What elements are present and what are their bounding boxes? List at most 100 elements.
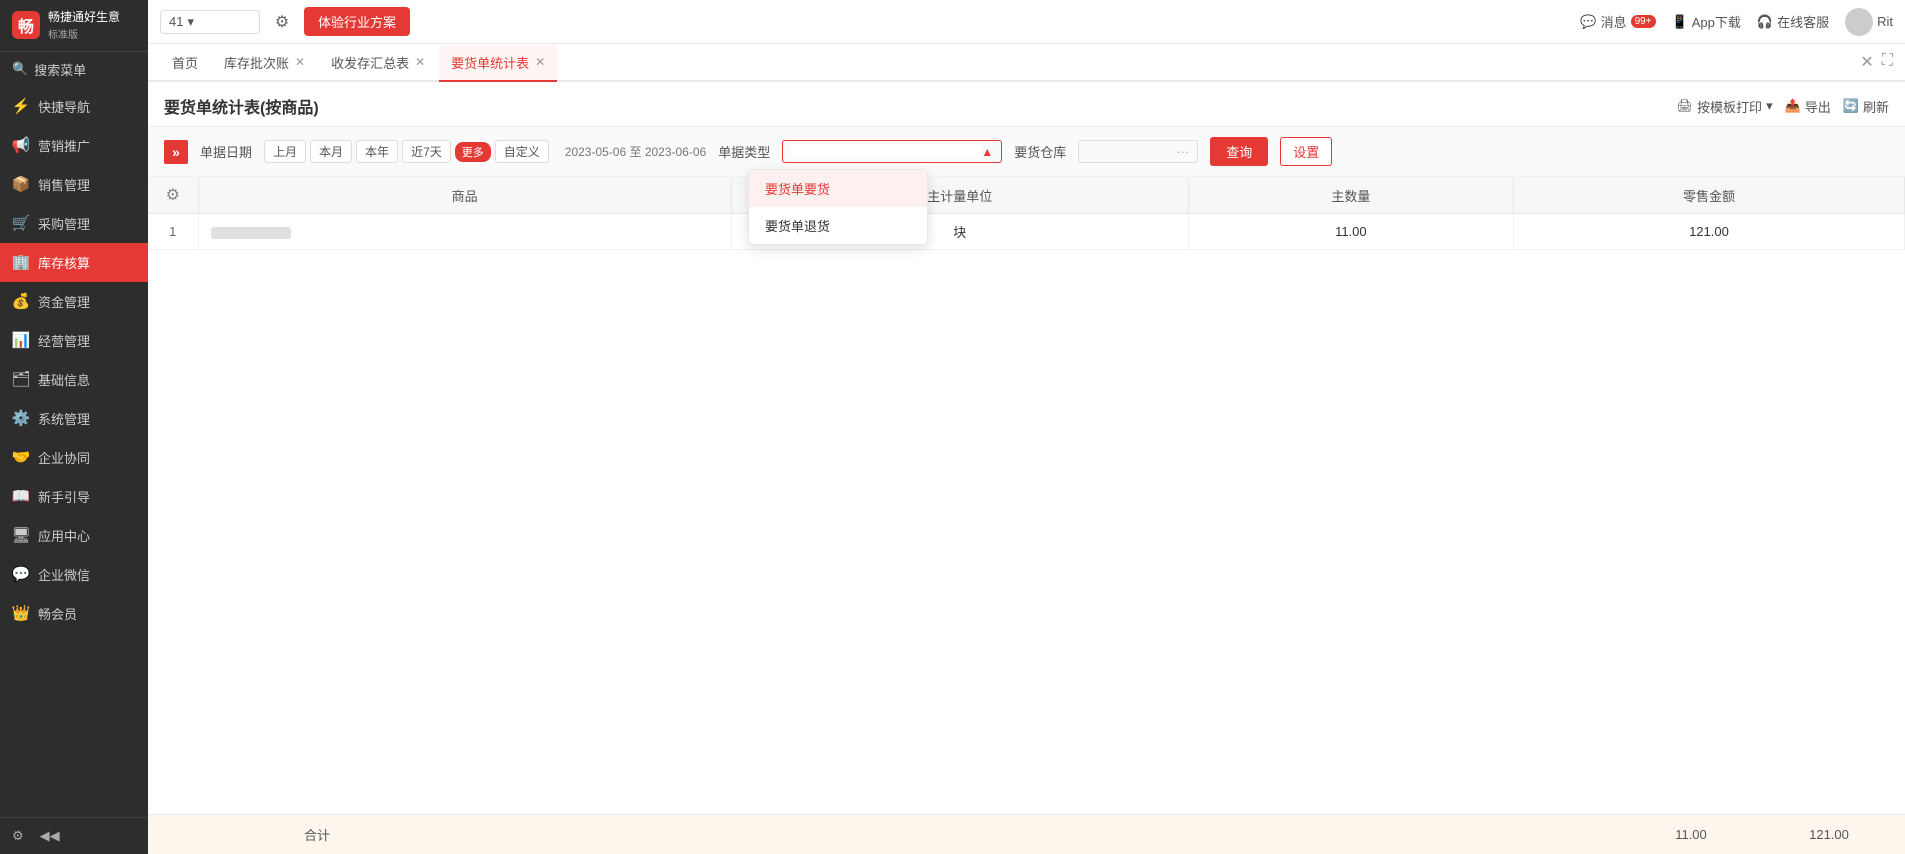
collapse-btn[interactable]: ◀◀	[40, 828, 60, 844]
settings-btn[interactable]: 设置	[1280, 137, 1332, 166]
refresh-label: 刷新	[1863, 97, 1889, 116]
tab-order-summary[interactable]: 要货单统计表 ✕	[439, 45, 557, 82]
sidebar-item-sales[interactable]: 📦 销售管理	[0, 165, 148, 204]
nav-icon-inventory: 🏢	[12, 253, 30, 271]
sidebar-item-wechat[interactable]: 💬企业微信	[0, 555, 148, 594]
nav-label-sales: 销售管理	[38, 175, 90, 194]
sidebar-item-finance[interactable]: 💰资金管理	[0, 282, 148, 321]
date-range-text: 2023-05-06 至 2023-06-06	[565, 143, 706, 160]
nav-icon-sales: 📦	[12, 175, 30, 193]
tabs-bar: 首页库存批次账 ✕ 收发存汇总表 ✕ 要货单统计表 ✕ ✕ ⛶	[148, 44, 1905, 82]
type-chevron-icon[interactable]: ▲	[981, 145, 993, 159]
tab-close-receivable-summary[interactable]: ✕	[415, 55, 425, 69]
nav-icon-guide: 📖	[12, 487, 30, 505]
export-btn[interactable]: 📤 导出	[1785, 97, 1831, 116]
warehouse-more-icon: ···	[1176, 144, 1189, 159]
search-icon: 🔍	[12, 61, 28, 77]
sidebar-item-basic-info[interactable]: 🗂基础信息	[0, 360, 148, 399]
custom-date-btn[interactable]: 自定义	[495, 140, 549, 163]
logo-title: 畅捷通好生意	[48, 10, 120, 26]
sidebar-item-member[interactable]: 👑畅会员	[0, 594, 148, 633]
print-template-btn[interactable]: 🖨 按模板打印 ▾	[1677, 97, 1773, 116]
sidebar-item-operations[interactable]: 📊 经营管理	[0, 321, 148, 360]
sidebar-item-system[interactable]: ⚙️ 系统管理	[0, 399, 148, 438]
refresh-btn[interactable]: 🔄 刷新	[1843, 97, 1889, 116]
nav-icon-marketing: 📢	[12, 136, 30, 154]
nav-icon-finance: 💰	[12, 292, 30, 310]
message-icon: 💬	[1580, 14, 1596, 30]
page-title: 要货单统计表(按商品)	[164, 94, 319, 118]
row-amount: 121.00	[1513, 214, 1904, 250]
sidebar-item-guide[interactable]: 📖 新手引导	[0, 477, 148, 516]
search-menu[interactable]: 🔍 搜索菜单	[0, 52, 148, 87]
selector-chevron-icon: ▾	[187, 14, 194, 30]
user-avatar-btn[interactable]: Rit	[1845, 8, 1893, 36]
nav-label-operations: 经营管理	[38, 331, 90, 350]
nav-icon-operations: 📊	[12, 331, 30, 349]
warehouse-label: 要货仓库	[1014, 142, 1066, 161]
tab-home[interactable]: 首页	[160, 45, 210, 82]
filter-expand-btn[interactable]: »	[164, 140, 188, 164]
date-quick-btns: 上月 本月 本年 近7天 更多 自定义	[264, 140, 549, 163]
data-table: ⚙ 商品 主计量单位 主数量 零售金额 1 块 11.00 121.00	[148, 177, 1905, 250]
nav-label-system: 系统管理	[38, 409, 90, 428]
tab-label-inventory-batch: 库存批次账	[224, 53, 289, 72]
query-btn[interactable]: 查询	[1210, 137, 1268, 166]
sidebar-item-quick-nav[interactable]: ⚡快捷导航	[0, 87, 148, 126]
page-header: 要货单统计表(按商品) 🖨 按模板打印 ▾ 📤 导出 🔄 刷新	[148, 82, 1905, 127]
col-amount: 零售金额	[1513, 177, 1904, 214]
username: Rit	[1877, 14, 1893, 29]
sidebar-nav: ⚡快捷导航📢营销推广 📦 销售管理 🛒采购管理🏢库存核算💰资金管理 📊 经营管理 🗂基础信息…	[0, 87, 148, 817]
sidebar-item-marketing[interactable]: 📢营销推广	[0, 126, 148, 165]
sidebar-item-inventory[interactable]: 🏢库存核算	[0, 243, 148, 282]
topbar-gear-icon[interactable]: ⚙	[268, 8, 296, 36]
export-icon: 📤	[1785, 98, 1801, 114]
sidebar-logo: 畅 畅捷通好生意 标准版	[0, 0, 148, 52]
column-settings-icon[interactable]: ⚙	[166, 187, 180, 204]
tab-close-order-summary[interactable]: ✕	[535, 55, 545, 69]
message-count: 99+	[1631, 15, 1656, 28]
type-input[interactable]: ▲	[782, 140, 1002, 163]
tab-inventory-batch[interactable]: 库存批次账 ✕	[212, 45, 317, 82]
tab-receivable-summary[interactable]: 收发存汇总表 ✕	[319, 45, 437, 82]
tab-close-inventory-batch[interactable]: ✕	[295, 55, 305, 69]
maximize-icon[interactable]: ⛶	[1882, 52, 1893, 72]
nav-label-basic-info: 基础信息	[38, 370, 90, 389]
online-service-btn[interactable]: 🎧 在线客服	[1757, 12, 1829, 31]
sidebar-bottom: ⚙ ◀◀	[0, 817, 148, 854]
tab-label-receivable-summary: 收发存汇总表	[331, 53, 409, 72]
page-actions: 🖨 按模板打印 ▾ 📤 导出 🔄 刷新	[1677, 97, 1889, 116]
nav-icon-system: ⚙️	[12, 409, 30, 427]
sidebar-item-purchase[interactable]: 🛒采购管理	[0, 204, 148, 243]
sidebar-item-app-center[interactable]: 🖥应用中心	[0, 516, 148, 555]
last-month-btn[interactable]: 上月	[264, 140, 306, 163]
warehouse-input[interactable]: ···	[1078, 140, 1198, 163]
col-quantity: 主数量	[1188, 177, 1513, 214]
table-row: 1 块 11.00 121.00	[148, 214, 1905, 250]
row-quantity: 11.00	[1188, 214, 1513, 250]
dropdown-item-return[interactable]: 要货单退货	[749, 207, 927, 244]
dropdown-item-requisition[interactable]: 要货单要货	[749, 170, 927, 207]
print-icon: 🖨	[1677, 98, 1694, 114]
trial-btn[interactable]: 体验行业方案	[304, 7, 410, 36]
tab-label-order-summary: 要货单统计表	[451, 53, 529, 72]
type-input-field[interactable]	[791, 144, 981, 159]
sidebar-item-enterprise[interactable]: 🤝企业协同	[0, 438, 148, 477]
online-service-label: 在线客服	[1777, 12, 1829, 31]
settings-bottom-icon[interactable]: ⚙	[12, 828, 24, 844]
app-download-btn[interactable]: 📱 App下载	[1672, 12, 1741, 31]
topbar: 41 ▾ ⚙ 体验行业方案 💬 消息 99+ 📱 App下载 🎧 在线客服 Ri…	[148, 0, 1905, 44]
nav-label-wechat: 企业微信	[38, 565, 90, 584]
messages-btn[interactable]: 💬 消息 99+	[1580, 12, 1655, 31]
last-7days-btn[interactable]: 近7天	[402, 140, 451, 163]
this-year-btn[interactable]: 本年	[356, 140, 398, 163]
nav-label-guide: 新手引导	[38, 487, 90, 506]
nav-icon-enterprise: 🤝	[12, 448, 30, 466]
this-month-btn[interactable]: 本月	[310, 140, 352, 163]
avatar	[1845, 8, 1873, 36]
logo-sub: 标准版	[48, 26, 120, 41]
company-selector[interactable]: 41 ▾	[160, 10, 260, 34]
footer-quantity: 11.00	[1621, 827, 1761, 842]
more-date-btn[interactable]: 更多	[455, 142, 491, 162]
minimize-icon[interactable]: ✕	[1860, 52, 1873, 72]
